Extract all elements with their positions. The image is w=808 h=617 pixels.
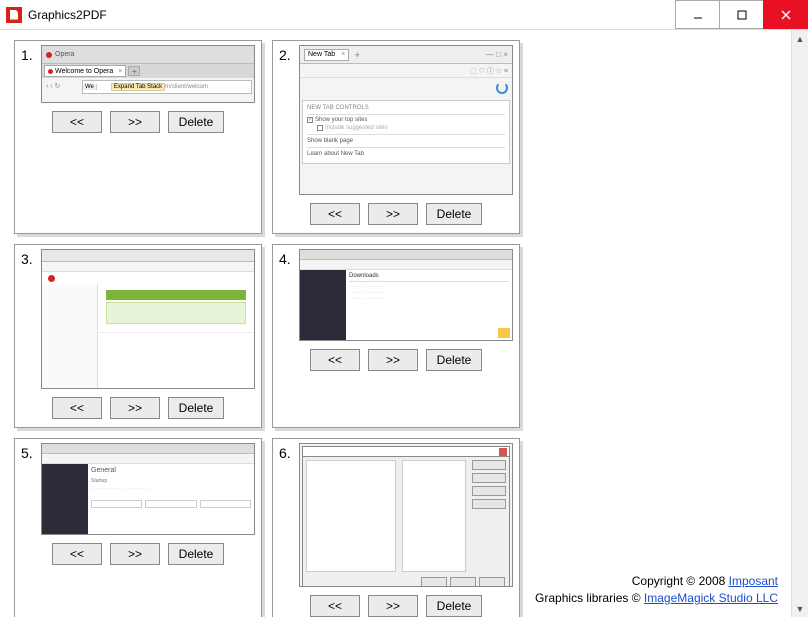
- delete-button[interactable]: Delete: [426, 349, 482, 371]
- thumb-number: 1.: [21, 45, 41, 63]
- move-left-button[interactable]: <<: [310, 349, 360, 371]
- opera-icon: [46, 52, 52, 58]
- imposant-link[interactable]: Imposant: [729, 574, 778, 588]
- thumbnail-card: 3. << >>: [14, 244, 262, 428]
- thumb-image[interactable]: Opera Welcome to Opera× + ‹ › ↻ We Expan…: [41, 45, 255, 103]
- thumbnail-card: 5. General Startup · · · · · · · · · · ·…: [14, 438, 262, 617]
- app-icon: [6, 7, 22, 23]
- tab-label: Welcome to Opera: [55, 68, 113, 75]
- imagemagick-link[interactable]: ImageMagick Studio LLC: [644, 591, 778, 605]
- tooltip: Expand Tab Stack: [111, 83, 165, 91]
- move-right-button[interactable]: >>: [110, 543, 160, 565]
- delete-button[interactable]: Delete: [168, 543, 224, 565]
- delete-button[interactable]: Delete: [168, 397, 224, 419]
- move-left-button[interactable]: <<: [310, 595, 360, 617]
- scroll-up-icon[interactable]: ▲: [792, 30, 808, 47]
- thumbnail-card: 4. Downloads · · · · · · · · · · · · ·· …: [272, 244, 520, 428]
- move-left-button[interactable]: <<: [52, 397, 102, 419]
- move-right-button[interactable]: >>: [368, 203, 418, 225]
- thumbnail-grid: 1. Opera Welcome to Opera× + ‹ › ↻ We Ex…: [14, 40, 777, 617]
- move-left-button[interactable]: <<: [52, 111, 102, 133]
- thumbnail-card: 2. New Tab× + — □ × ⬚ ♡ ⓘ ☆ ≡ NEW TAB CO…: [272, 40, 520, 234]
- delete-button[interactable]: Delete: [426, 595, 482, 617]
- settings-heading: General: [91, 467, 251, 474]
- window-title: Graphics2PDF: [28, 8, 107, 22]
- panel-heading: NEW TAB CONTROLS: [307, 105, 505, 111]
- thumb-image[interactable]: General Startup · · · · · · · · · · · · …: [41, 443, 255, 535]
- thumb-number: 5.: [21, 443, 41, 461]
- delete-button[interactable]: Delete: [426, 203, 482, 225]
- delete-button[interactable]: Delete: [168, 111, 224, 133]
- footer: Copyright © 2008 Imposant Graphics libra…: [535, 573, 778, 607]
- thumb-image[interactable]: Downloads · · · · · · · · · · · · ·· · ·…: [299, 249, 513, 341]
- move-left-button[interactable]: <<: [310, 203, 360, 225]
- move-right-button[interactable]: >>: [110, 111, 160, 133]
- close-icon: [499, 448, 507, 456]
- opera-icon: [48, 275, 55, 282]
- minimize-button[interactable]: [675, 0, 720, 29]
- maximize-button[interactable]: [719, 0, 764, 29]
- move-left-button[interactable]: <<: [52, 543, 102, 565]
- vertical-scrollbar[interactable]: ▲ ▼: [791, 30, 808, 617]
- thumb-number: 4.: [279, 249, 299, 267]
- move-right-button[interactable]: >>: [110, 397, 160, 419]
- move-right-button[interactable]: >>: [368, 349, 418, 371]
- thumb-number: 2.: [279, 45, 299, 63]
- scroll-down-icon[interactable]: ▼: [792, 600, 808, 617]
- titlebar: Graphics2PDF: [0, 0, 808, 30]
- thumb-number: 3.: [21, 249, 41, 267]
- thumb-number: 6.: [279, 443, 299, 461]
- spinner-icon: [496, 82, 508, 94]
- thumb-image[interactable]: New Tab× + — □ × ⬚ ♡ ⓘ ☆ ≡ NEW TAB CONTR…: [299, 45, 513, 195]
- move-right-button[interactable]: >>: [368, 595, 418, 617]
- thumb-image[interactable]: [299, 443, 513, 587]
- thumbnail-card: 6. << >>: [272, 438, 520, 617]
- close-button[interactable]: [763, 0, 808, 29]
- thumbnail-card: 1. Opera Welcome to Opera× + ‹ › ↻ We Ex…: [14, 40, 262, 234]
- thumb-image[interactable]: [41, 249, 255, 389]
